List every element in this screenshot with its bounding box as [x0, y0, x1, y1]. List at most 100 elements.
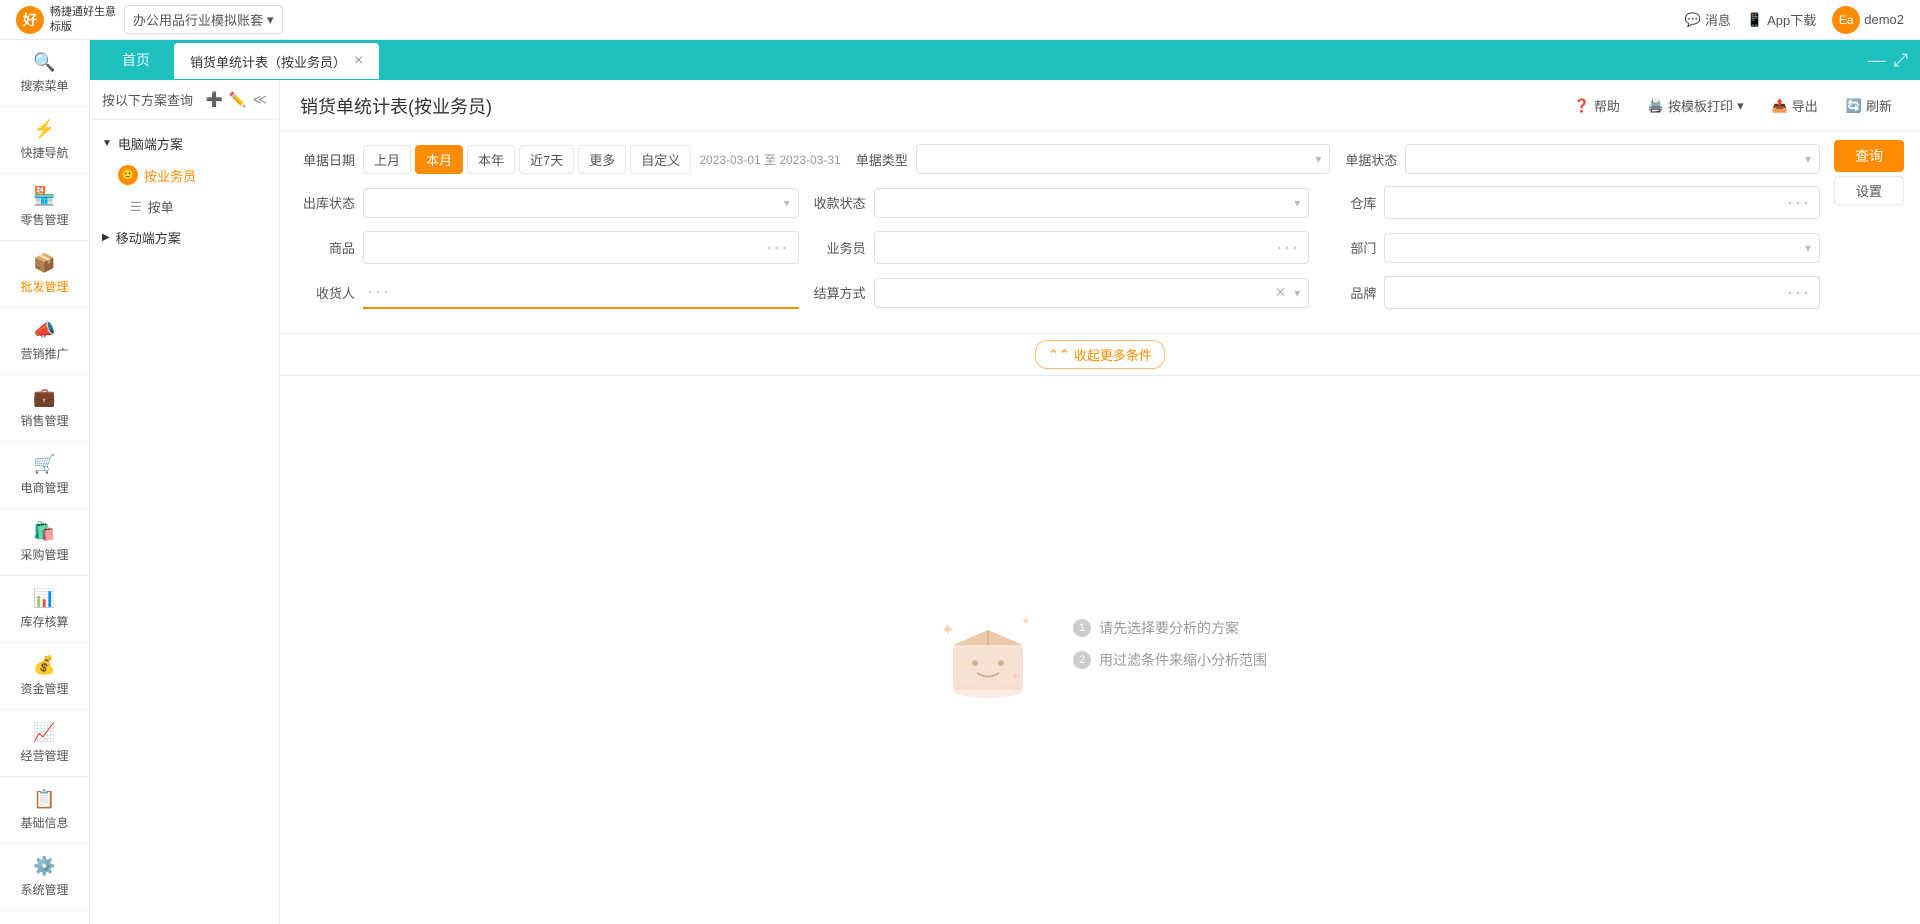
tree-group-desktop: ▼ 电脑端方案 🙂 按业务员 ☰ 按单: [90, 128, 279, 222]
download-icon: 📱: [1747, 12, 1763, 28]
date-buttons-group: 上月 本月 本年 近7天 更多 自定义 2023-03-01 至 2023-03…: [363, 145, 841, 174]
sidebar-item-retail[interactable]: 🏪 零售管理: [0, 174, 89, 241]
date-btn-this-month[interactable]: 本月: [415, 145, 463, 174]
collapse-bar: ⌃⌃ 收起更多条件: [280, 334, 1920, 376]
outbound-status-filter: 出库状态 ▾: [300, 186, 799, 219]
ecommerce-icon: 🛒: [33, 454, 55, 475]
add-scheme-button[interactable]: ➕: [205, 91, 222, 108]
help-button[interactable]: ❓ 帮助: [1566, 92, 1628, 119]
brand-dots-icon: ···: [1787, 282, 1811, 303]
app-download-action[interactable]: 📱 App下载: [1747, 10, 1816, 29]
sidebar-item-sales[interactable]: 💼 销售管理: [0, 375, 89, 442]
sidebar-item-operations[interactable]: 📈 经营管理: [0, 710, 89, 777]
sidebar-item-marketing[interactable]: 📣 营销推广: [0, 308, 89, 375]
settlement-label: 结算方式: [811, 283, 866, 302]
collapse-arrow-icon: ▶: [102, 232, 110, 243]
document-status-control[interactable]: ▾: [1405, 144, 1820, 174]
scheme-panel: 按以下方案查询 ➕ ✏️ ≪ ▼ 电脑端方案 🙂: [90, 80, 280, 924]
scheme-tree: ▼ 电脑端方案 🙂 按业务员 ☰ 按单: [90, 120, 279, 924]
salesperson-control[interactable]: ···: [874, 231, 1310, 264]
empty-state-content: ✦ ✦ ✦ 1 请先选择要分析的方案 2 用过滤条件来缩小分析范围: [933, 595, 1267, 705]
date-btn-more[interactable]: 更多: [578, 145, 626, 174]
settings-button[interactable]: 设置: [1834, 176, 1904, 205]
collapse-more-button[interactable]: ⌃⌃ 收起更多条件: [1035, 340, 1165, 369]
tree-group-desktop-header[interactable]: ▼ 电脑端方案: [90, 128, 279, 159]
svg-text:✦: ✦: [1021, 614, 1031, 628]
refresh-button[interactable]: 🔄 刷新: [1838, 92, 1900, 119]
recipient-label: 收货人: [300, 283, 355, 302]
sidebar-item-search-menu[interactable]: 🔍 搜索菜单: [0, 40, 89, 107]
print-button[interactable]: 🖨️ 按模板打印 ▾: [1640, 92, 1752, 119]
tree-group-mobile: ▶ 移动端方案: [90, 222, 279, 253]
warehouse-filter: 仓库 ···: [1321, 186, 1820, 219]
payment-status-label: 收款状态: [811, 193, 866, 212]
maximize-button[interactable]: ⤢: [1894, 50, 1908, 71]
empty-text-list: 1 请先选择要分析的方案 2 用过滤条件来缩小分析范围: [1073, 618, 1267, 682]
settlement-clear-icon[interactable]: ✕: [1275, 284, 1287, 301]
filter-row-4: 收货人 ··· 结算方式: [300, 276, 1820, 309]
tab-home[interactable]: 首页: [102, 40, 170, 80]
logo-text: 畅捷通好生意 标版: [50, 5, 116, 34]
salesperson-dots-icon: ···: [1276, 237, 1300, 258]
sidebar-item-wholesale[interactable]: 📦 批发管理: [0, 241, 89, 308]
payment-dropdown-icon: ▾: [1294, 196, 1300, 210]
date-btn-last-month[interactable]: 上月: [363, 145, 411, 174]
product-label: 商品: [300, 238, 355, 257]
retail-icon: 🏪: [33, 186, 55, 207]
print-icon: 🖨️: [1648, 98, 1664, 114]
document-type-filter: 单据类型 ▾: [853, 144, 1331, 174]
sidebar-item-ecommerce[interactable]: 🛒 电商管理: [0, 442, 89, 509]
date-btn-this-year[interactable]: 本年: [467, 145, 515, 174]
outbound-status-control[interactable]: ▾: [363, 188, 799, 218]
recipient-control[interactable]: ···: [363, 276, 799, 309]
app-selector[interactable]: 办公用品行业模拟账套 ▾: [124, 5, 283, 34]
marketing-icon: 📣: [33, 320, 55, 341]
sidebar-item-quick-nav[interactable]: ⚡ 快捷导航: [0, 107, 89, 174]
tree-group-mobile-header[interactable]: ▶ 移动端方案: [90, 222, 279, 253]
user-action[interactable]: Ea demo2: [1832, 6, 1904, 34]
warehouse-control[interactable]: ···: [1384, 186, 1820, 219]
expand-arrow-icon: ▼: [102, 138, 112, 149]
sidebar-item-basic-info[interactable]: 📋 基础信息: [0, 777, 89, 844]
top-header: 好 畅捷通好生意 标版 办公用品行业模拟账套 ▾ 💬 消息 📱 App下载 Ea…: [0, 0, 1920, 40]
tab-active[interactable]: 销货单统计表（按业务员） ×: [174, 43, 379, 79]
sidebar-item-inventory[interactable]: 📊 库存核算: [0, 576, 89, 643]
sidebar-item-system[interactable]: ⚙️ 系统管理: [0, 844, 89, 911]
date-btn-custom[interactable]: 自定义: [630, 145, 691, 174]
settlement-dropdown-icon: ▾: [1294, 286, 1300, 300]
date-filter-group: 单据日期 上月 本月 本年 近7天 更多 自定义 2023-03-01 至 20…: [300, 145, 841, 174]
date-range-display: 2023-03-01 至 2023-03-31: [699, 151, 840, 168]
department-filter: 部门 ▾: [1321, 231, 1820, 264]
outbound-status-label: 出库状态: [300, 193, 355, 212]
department-control[interactable]: ▾: [1384, 233, 1820, 263]
outbound-dropdown-icon: ▾: [784, 196, 790, 210]
minimize-button[interactable]: —: [1868, 50, 1886, 71]
query-button[interactable]: 查询: [1834, 140, 1904, 172]
tab-active-label: 销货单统计表（按业务员）: [190, 52, 346, 71]
date-btn-7days[interactable]: 近7天: [519, 145, 574, 174]
export-button[interactable]: 📤 导出: [1764, 92, 1826, 119]
tab-close-button[interactable]: ×: [354, 52, 363, 70]
wholesale-icon: 📦: [33, 253, 55, 274]
sidebar-item-purchase[interactable]: 🛍️ 采购管理: [0, 509, 89, 576]
message-action[interactable]: 💬 消息: [1685, 10, 1731, 29]
purchase-icon: 🛍️: [33, 521, 55, 542]
brand-filter: 品牌 ···: [1321, 276, 1820, 309]
payment-status-control[interactable]: ▾: [874, 188, 1310, 218]
sidebar-item-finance[interactable]: 💰 资金管理: [0, 643, 89, 710]
username: demo2: [1864, 12, 1904, 27]
tree-item-by-salesperson[interactable]: 🙂 按业务员: [90, 159, 279, 191]
edit-scheme-button[interactable]: ✏️: [229, 91, 246, 108]
salesperson-scheme-icon: 🙂: [118, 165, 138, 185]
document-status-label: 单据状态: [1342, 150, 1397, 169]
sidebar-item-cooperation[interactable]: 🤝 企业协同: [0, 911, 89, 924]
collapse-scheme-button[interactable]: ≪: [252, 91, 267, 108]
help-icon: ❓: [1574, 98, 1590, 114]
basic-info-icon: 📋: [33, 789, 55, 810]
brand-control[interactable]: ···: [1384, 276, 1820, 309]
tab-bar-actions: — ⤢: [1868, 50, 1908, 71]
product-control[interactable]: ···: [363, 231, 799, 264]
settlement-control[interactable]: ✕ ▾: [874, 278, 1310, 308]
tree-item-by-order[interactable]: ☰ 按单: [90, 191, 279, 222]
document-type-control[interactable]: ▾: [916, 144, 1331, 174]
